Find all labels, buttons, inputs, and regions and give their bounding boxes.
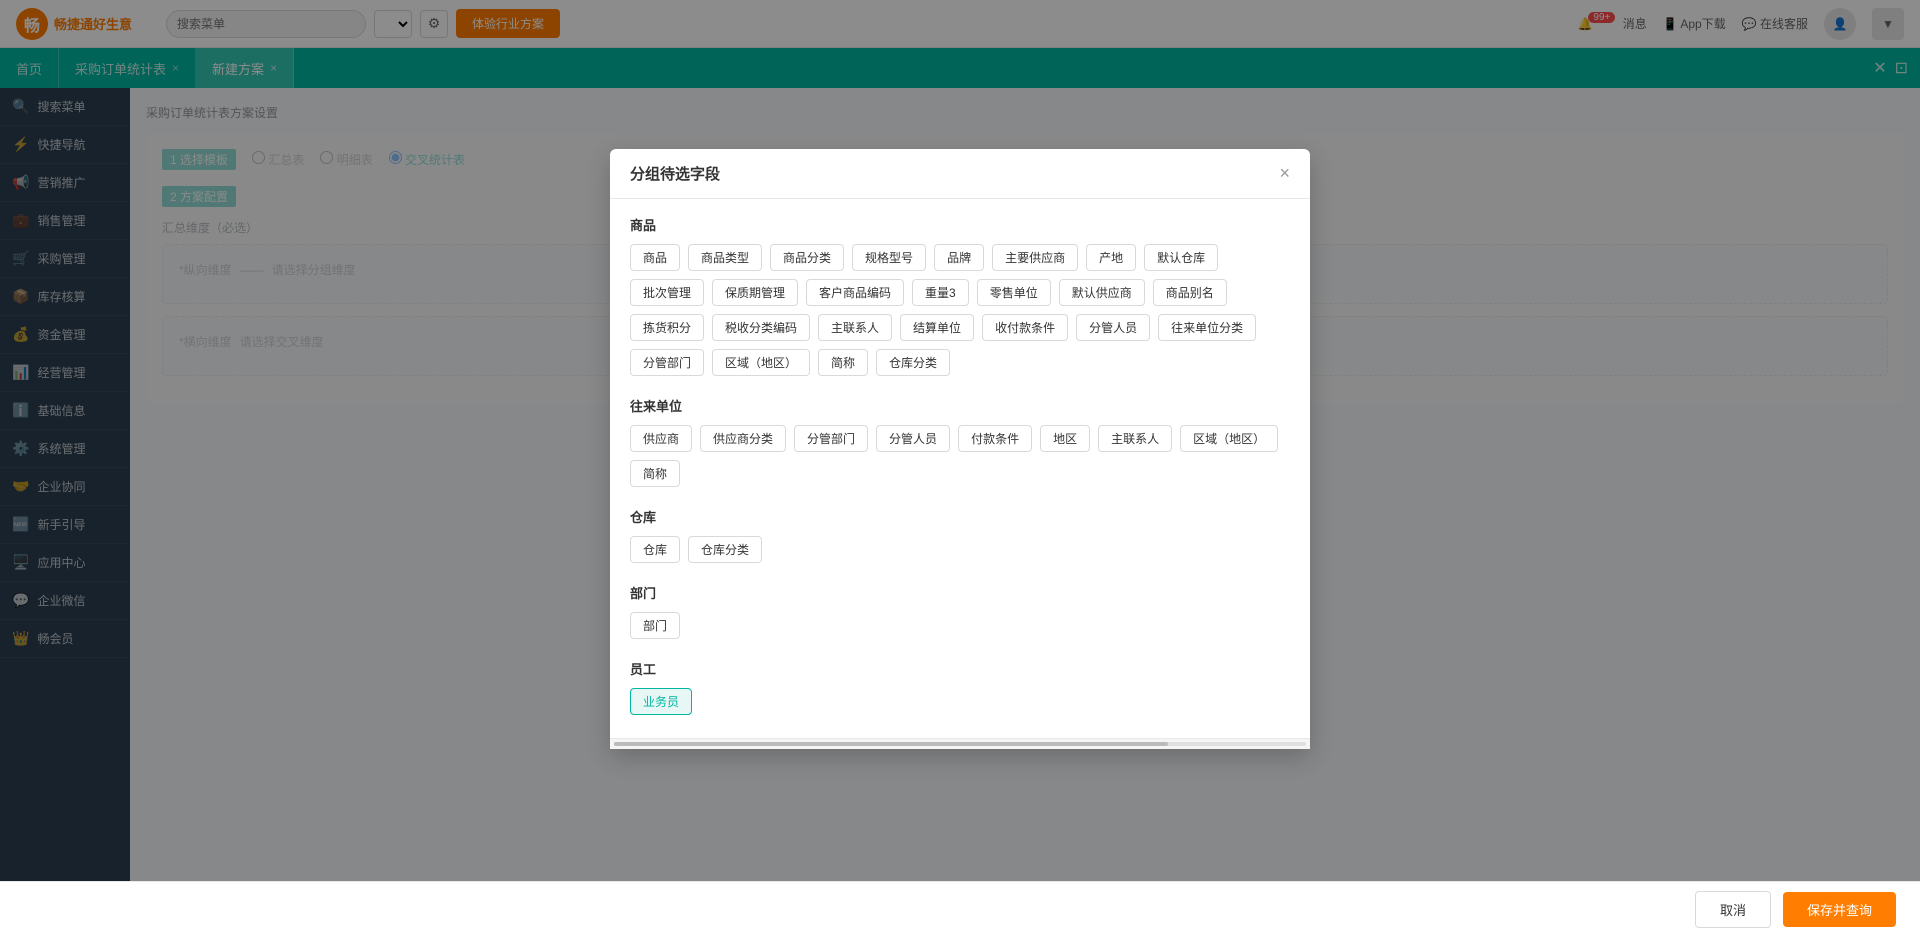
field-tag-partner-3[interactable]: 分管人员 <box>876 425 950 452</box>
field-tag-goods-3[interactable]: 规格型号 <box>852 244 926 271</box>
field-tag-goods-8[interactable]: 批次管理 <box>630 279 704 306</box>
section-partner: 往来单位供应商供应商分类分管部门分管人员付款条件地区主联系人区域（地区） 简称 <box>630 396 1290 487</box>
field-tag-goods-13[interactable]: 默认供应商 <box>1059 279 1145 306</box>
field-tag-partner-8[interactable]: 简称 <box>630 460 680 487</box>
field-tag-goods-14[interactable]: 商品别名 <box>1153 279 1227 306</box>
field-tag-goods-21[interactable]: 往来单位分类 <box>1158 314 1256 341</box>
field-tag-partner-5[interactable]: 地区 <box>1040 425 1090 452</box>
section-goods: 商品商品商品类型商品分类规格型号品牌主要供应商产地默认仓库批次管理保质期管理客户… <box>630 215 1290 376</box>
cancel-button[interactable]: 取消 <box>1695 891 1771 928</box>
field-tag-goods-15[interactable]: 拣货积分 <box>630 314 704 341</box>
field-tag-partner-1[interactable]: 供应商分类 <box>700 425 786 452</box>
field-tag-warehouse-0[interactable]: 仓库 <box>630 536 680 563</box>
field-tag-goods-23[interactable]: 区域（地区） <box>712 349 810 376</box>
field-tag-goods-6[interactable]: 产地 <box>1086 244 1136 271</box>
bottom-action-bar: 取消 保存并查询 <box>0 881 1920 937</box>
field-tag-goods-4[interactable]: 品牌 <box>934 244 984 271</box>
field-tag-goods-7[interactable]: 默认仓库 <box>1144 244 1218 271</box>
section-title-warehouse: 仓库 <box>630 507 1290 526</box>
field-tag-goods-22[interactable]: 分管部门 <box>630 349 704 376</box>
field-tag-goods-9[interactable]: 保质期管理 <box>712 279 798 306</box>
field-tag-goods-11[interactable]: 重量3 <box>912 279 969 306</box>
field-grid-goods: 商品商品类型商品分类规格型号品牌主要供应商产地默认仓库批次管理保质期管理客户商品… <box>630 244 1290 376</box>
section-title-department: 部门 <box>630 583 1290 602</box>
field-tag-goods-20[interactable]: 分管人员 <box>1076 314 1150 341</box>
field-tag-goods-24[interactable]: 简称 <box>818 349 868 376</box>
field-tag-goods-1[interactable]: 商品类型 <box>688 244 762 271</box>
field-tag-partner-2[interactable]: 分管部门 <box>794 425 868 452</box>
field-tag-partner-7[interactable]: 区域（地区） <box>1180 425 1278 452</box>
modal-body: 商品商品商品类型商品分类规格型号品牌主要供应商产地默认仓库批次管理保质期管理客户… <box>610 199 1310 739</box>
field-tag-warehouse-1[interactable]: 仓库分类 <box>688 536 762 563</box>
section-department: 部门部门 <box>630 583 1290 639</box>
modal-close-btn[interactable]: × <box>1279 164 1290 182</box>
section-title-employee: 员工 <box>630 659 1290 678</box>
field-grid-employee: 业务员 <box>630 688 1290 715</box>
field-tag-goods-10[interactable]: 客户商品编码 <box>806 279 904 306</box>
section-title-goods: 商品 <box>630 215 1290 234</box>
save-query-button[interactable]: 保存并查询 <box>1783 892 1896 927</box>
modal-title: 分组待选字段 <box>630 163 720 184</box>
field-tag-partner-4[interactable]: 付款条件 <box>958 425 1032 452</box>
field-tag-partner-6[interactable]: 主联系人 <box>1098 425 1172 452</box>
field-grid-warehouse: 仓库仓库分类 <box>630 536 1290 563</box>
field-grid-department: 部门 <box>630 612 1290 639</box>
field-tag-goods-2[interactable]: 商品分类 <box>770 244 844 271</box>
field-tag-goods-19[interactable]: 收付款条件 <box>982 314 1068 341</box>
field-tag-employee-0[interactable]: 业务员 <box>630 688 692 715</box>
field-tag-goods-5[interactable]: 主要供应商 <box>992 244 1078 271</box>
field-tag-department-0[interactable]: 部门 <box>630 612 680 639</box>
modal-overlay: 分组待选字段 × 商品商品商品类型商品分类规格型号品牌主要供应商产地默认仓库批次… <box>0 0 1920 937</box>
modal-header: 分组待选字段 × <box>610 149 1310 199</box>
section-warehouse: 仓库仓库仓库分类 <box>630 507 1290 563</box>
field-tag-goods-16[interactable]: 税收分类编码 <box>712 314 810 341</box>
field-grid-partner: 供应商供应商分类分管部门分管人员付款条件地区主联系人区域（地区） 简称 <box>630 425 1290 487</box>
section-employee: 员工业务员 <box>630 659 1290 715</box>
modal-dialog: 分组待选字段 × 商品商品商品类型商品分类规格型号品牌主要供应商产地默认仓库批次… <box>610 149 1310 749</box>
field-tag-goods-25[interactable]: 仓库分类 <box>876 349 950 376</box>
field-tag-goods-0[interactable]: 商品 <box>630 244 680 271</box>
field-tag-goods-12[interactable]: 零售单位 <box>977 279 1051 306</box>
field-tag-goods-18[interactable]: 结算单位 <box>900 314 974 341</box>
field-tag-goods-17[interactable]: 主联系人 <box>818 314 892 341</box>
modal-horizontal-scrollbar[interactable] <box>610 738 1310 748</box>
field-tag-partner-0[interactable]: 供应商 <box>630 425 692 452</box>
section-title-partner: 往来单位 <box>630 396 1290 415</box>
